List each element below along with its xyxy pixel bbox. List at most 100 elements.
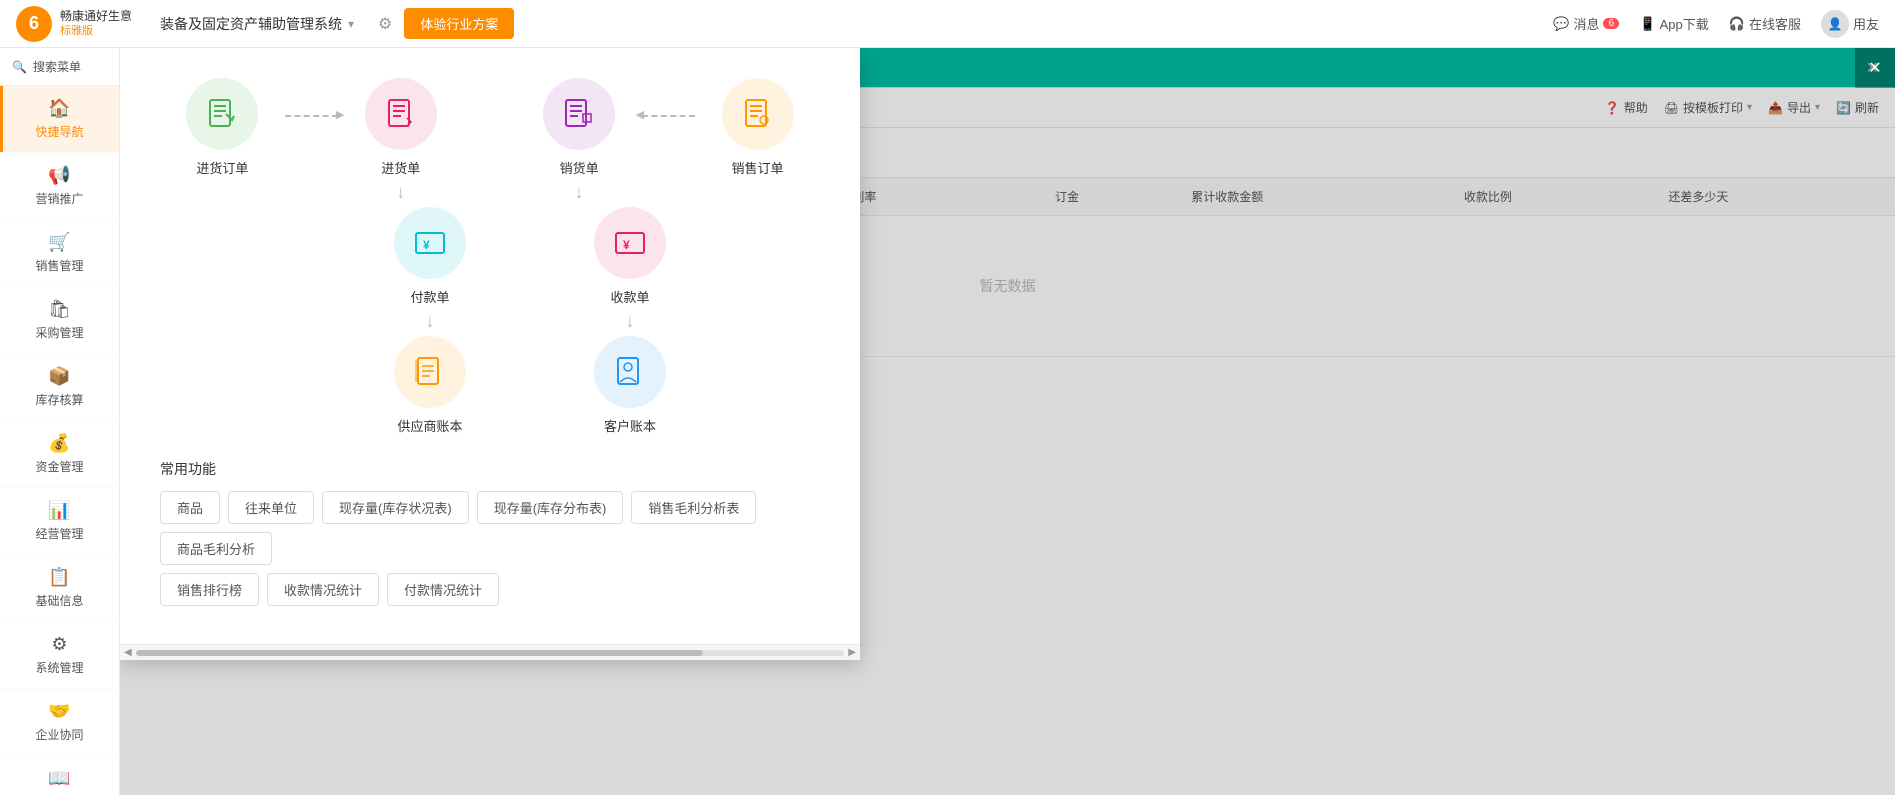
payment-bill-label: 付款单 [410,287,449,306]
sidebar: 🔍 搜索菜单 🏠 快捷导航 📢 营销推广 🛒 销售管理 🛍 采购管理 📦 库存核… [0,48,120,795]
online-service-btn[interactable]: 🎧 在线客服 [1729,14,1801,33]
flow-node-collection-bill: ¥ 收款单 [560,207,700,306]
marketing-icon: 📢 [48,165,70,186]
sidebar-item-sales[interactable]: 🛒 销售管理 [0,220,119,287]
func-btn-product-profit[interactable]: 商品毛利分析 [160,532,272,565]
avatar-icon: 👤 [1828,17,1843,31]
arrow-purchase-to-bill: ▶ [285,115,339,141]
system-title: 装备及固定资产辅助管理系统 ▾ [148,14,366,34]
flow-diagram: 进货订单 ▶ [160,78,820,435]
purchase-bill-circle [365,78,437,150]
overlay-close-btn[interactable]: ✕ [1855,48,1895,88]
sidebar-item-purchase[interactable]: 🛍 采购管理 [0,287,119,354]
home-icon: 🏠 [48,98,70,119]
logo-area: 6 畅康通好生意 标雅版 [16,6,136,42]
app-icon: 📱 [1639,16,1655,32]
sidebar-item-label: 库存核算 [35,391,83,408]
down-arrow-payment: ↓ [360,311,500,332]
scroll-left-arrow[interactable]: ◀ [124,647,132,658]
sales-bill-circle [543,78,615,150]
message-badge: 6 [1603,18,1619,29]
avatar: 👤 [1821,10,1849,38]
arrow-sales-order-to-bill: ◀ [642,115,696,141]
func-btn-stock-status[interactable]: 现存量(库存状况表) [322,491,469,524]
common-functions: 常用功能 商品 往来单位 现存量(库存状况表) 现存量(库存分布表) 销售毛利分… [160,459,820,606]
func-buttons-row1: 商品 往来单位 现存量(库存状况表) 现存量(库存分布表) 销售毛利分析表 商品… [160,491,820,565]
sales-bill-label: 销货单 [560,158,599,177]
flow-node-payment-bill: ¥ 付款单 [360,207,500,306]
flow-node-supplier-ledger: 供应商账本 [360,336,500,435]
down-arrow-purchase-bill: ↓ [338,182,463,203]
user-btn[interactable]: 👤 用友 [1821,10,1879,38]
func-btn-payment-stats[interactable]: 付款情况统计 [387,573,499,606]
func-btn-product[interactable]: 商品 [160,491,220,524]
sidebar-item-label: 经营管理 [35,525,83,542]
header-right: 💬 消息 6 📱 App下载 🎧 在线客服 👤 用友 [1553,10,1879,38]
sidebar-item-newbie[interactable]: 📖 新手引导 [0,756,119,795]
flow-node-sales-bill: 销货单 [517,78,642,177]
collection-bill-circle: ¥ [594,207,666,279]
operations-icon: 📊 [48,500,70,521]
down-arrow-sales-bill: ↓ [517,182,642,203]
flow-row-3: 供应商账本 [160,336,820,435]
experience-btn[interactable]: 体验行业方案 [404,8,514,39]
message-icon: 💬 [1553,16,1569,32]
flow-node-purchase-order: 进货订单 [160,78,285,177]
search-menu[interactable]: 🔍 搜索菜单 [0,48,119,86]
sidebar-item-label: 销售管理 [35,257,83,274]
common-functions-title: 常用功能 [160,459,820,479]
system-icon: ⚙ [51,634,67,655]
func-btn-stock-dist[interactable]: 现存量(库存分布表) [477,491,624,524]
sidebar-item-inventory[interactable]: 📦 库存核算 [0,354,119,421]
sidebar-item-finance[interactable]: 💰 资金管理 [0,421,119,488]
inventory-icon: 📦 [48,366,70,387]
func-btn-receipt-stats[interactable]: 收款情况统计 [267,573,379,606]
app-download-btn[interactable]: 📱 App下载 [1639,14,1708,33]
sidebar-item-system[interactable]: ⚙ 系统管理 [0,622,119,689]
func-buttons-row2: 销售排行榜 收款情况统计 付款情况统计 [160,573,820,606]
customer-ledger-label: 客户账本 [604,416,656,435]
supplier-ledger-circle [394,336,466,408]
service-icon: 🎧 [1729,16,1745,32]
func-btn-counterpart[interactable]: 往来单位 [228,491,314,524]
dropdown-icon[interactable]: ▾ [348,17,354,31]
finance-icon: 💰 [48,433,70,454]
payment-bill-circle: ¥ [394,207,466,279]
enterprise-icon: 🤝 [48,701,70,722]
sidebar-item-quick-nav[interactable]: 🏠 快捷导航 [0,86,119,153]
top-header: 6 畅康通好生意 标雅版 装备及固定资产辅助管理系统 ▾ ⚙ 体验行业方案 💬 … [0,0,1895,48]
flow-node-sales-order: 销售订单 [695,78,820,177]
flow-row-1: 进货订单 ▶ [160,78,820,177]
newbie-icon: 📖 [48,768,70,789]
func-btn-sales-profit[interactable]: 销售毛利分析表 [631,491,756,524]
logo-text: 畅康通好生意 标雅版 [60,9,132,39]
sidebar-item-basic-info[interactable]: 📋 基础信息 [0,555,119,622]
content-area: 首页 销售订单执行表 ✕ ✕ ❓ 帮助 🖨 按模板打印 ▾ 📤 导出 ▾ [120,48,1895,795]
sidebar-item-label: 企业协同 [35,726,83,743]
sidebar-item-label: 采购管理 [35,324,83,341]
func-btn-sales-rank[interactable]: 销售排行榜 [160,573,259,606]
basic-info-icon: 📋 [48,567,70,588]
flow-row-2: ¥ 付款单 ¥ [160,207,820,306]
scrollbar-thumb [136,650,703,656]
sidebar-item-marketing[interactable]: 📢 营销推广 [0,153,119,220]
sidebar-item-enterprise[interactable]: 🤝 企业协同 [0,689,119,756]
svg-text:¥: ¥ [623,238,630,252]
search-icon: 🔍 [12,60,27,74]
scroll-right-arrow[interactable]: ▶ [848,647,856,658]
flow-node-purchase-bill: 进货单 [338,78,463,177]
purchase-icon: 🛍 [48,299,71,320]
purchase-order-circle [186,78,258,150]
sidebar-item-operations[interactable]: 📊 经营管理 [0,488,119,555]
message-btn[interactable]: 💬 消息 6 [1553,14,1619,33]
purchase-order-label: 进货订单 [196,158,248,177]
sidebar-item-label: 营销推广 [35,190,83,207]
scrollbar-track[interactable] [136,650,845,656]
popup-body: 进货订单 ▶ [120,48,860,644]
sales-icon: 🛒 [48,232,70,253]
settings-icon[interactable]: ⚙ [378,14,392,34]
close-icon: ✕ [1868,58,1881,78]
flow-row-arrows-v: ↓ ↓ [160,177,820,207]
sidebar-item-label: 系统管理 [35,659,83,676]
flow-node-customer-ledger: 客户账本 [560,336,700,435]
